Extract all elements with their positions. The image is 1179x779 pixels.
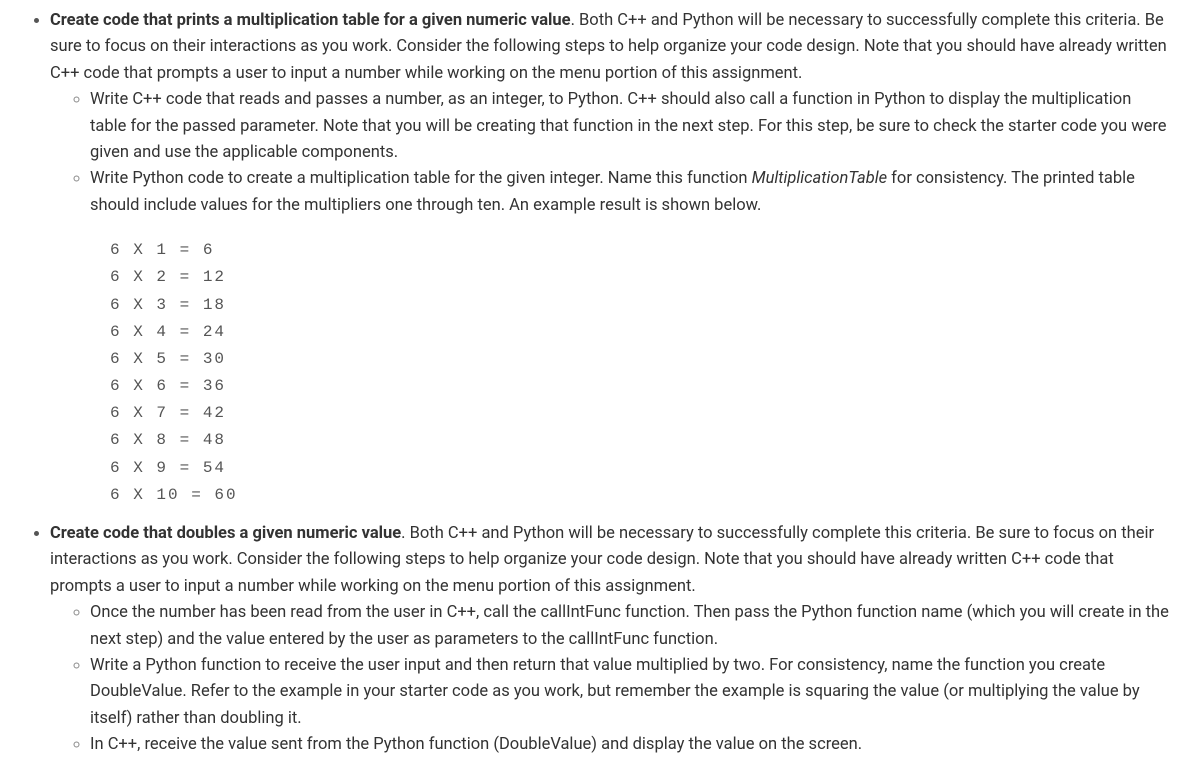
item2-sublist: Once the number has been read from the u…	[50, 600, 1169, 758]
item2-bold: Create code that doubles a given numeric…	[50, 524, 401, 543]
item1-sub2: Write Python code to create a multiplica…	[90, 166, 1169, 219]
example-output: 6 X 1 = 6 6 X 2 = 12 6 X 3 = 18 6 X 4 = …	[110, 237, 1169, 509]
item1-sub2-a: Write Python code to create a multiplica…	[90, 169, 752, 188]
item1-sub1: Write C++ code that reads and passes a n…	[90, 87, 1169, 166]
item1-sub2-ital: MultiplicationTable	[752, 169, 887, 188]
item1-bold: Create code that prints a multiplication…	[50, 11, 571, 30]
item2-sub1: Once the number has been read from the u…	[90, 600, 1169, 653]
instruction-item-2: Create code that doubles a given numeric…	[50, 521, 1169, 759]
item2-sub3: In C++, receive the value sent from the …	[90, 732, 1169, 758]
instruction-item-1: Create code that prints a multiplication…	[50, 8, 1169, 509]
item1-sublist: Write C++ code that reads and passes a n…	[50, 87, 1169, 219]
instruction-list: Create code that prints a multiplication…	[10, 8, 1169, 759]
item2-sub2: Write a Python function to receive the u…	[90, 653, 1169, 732]
